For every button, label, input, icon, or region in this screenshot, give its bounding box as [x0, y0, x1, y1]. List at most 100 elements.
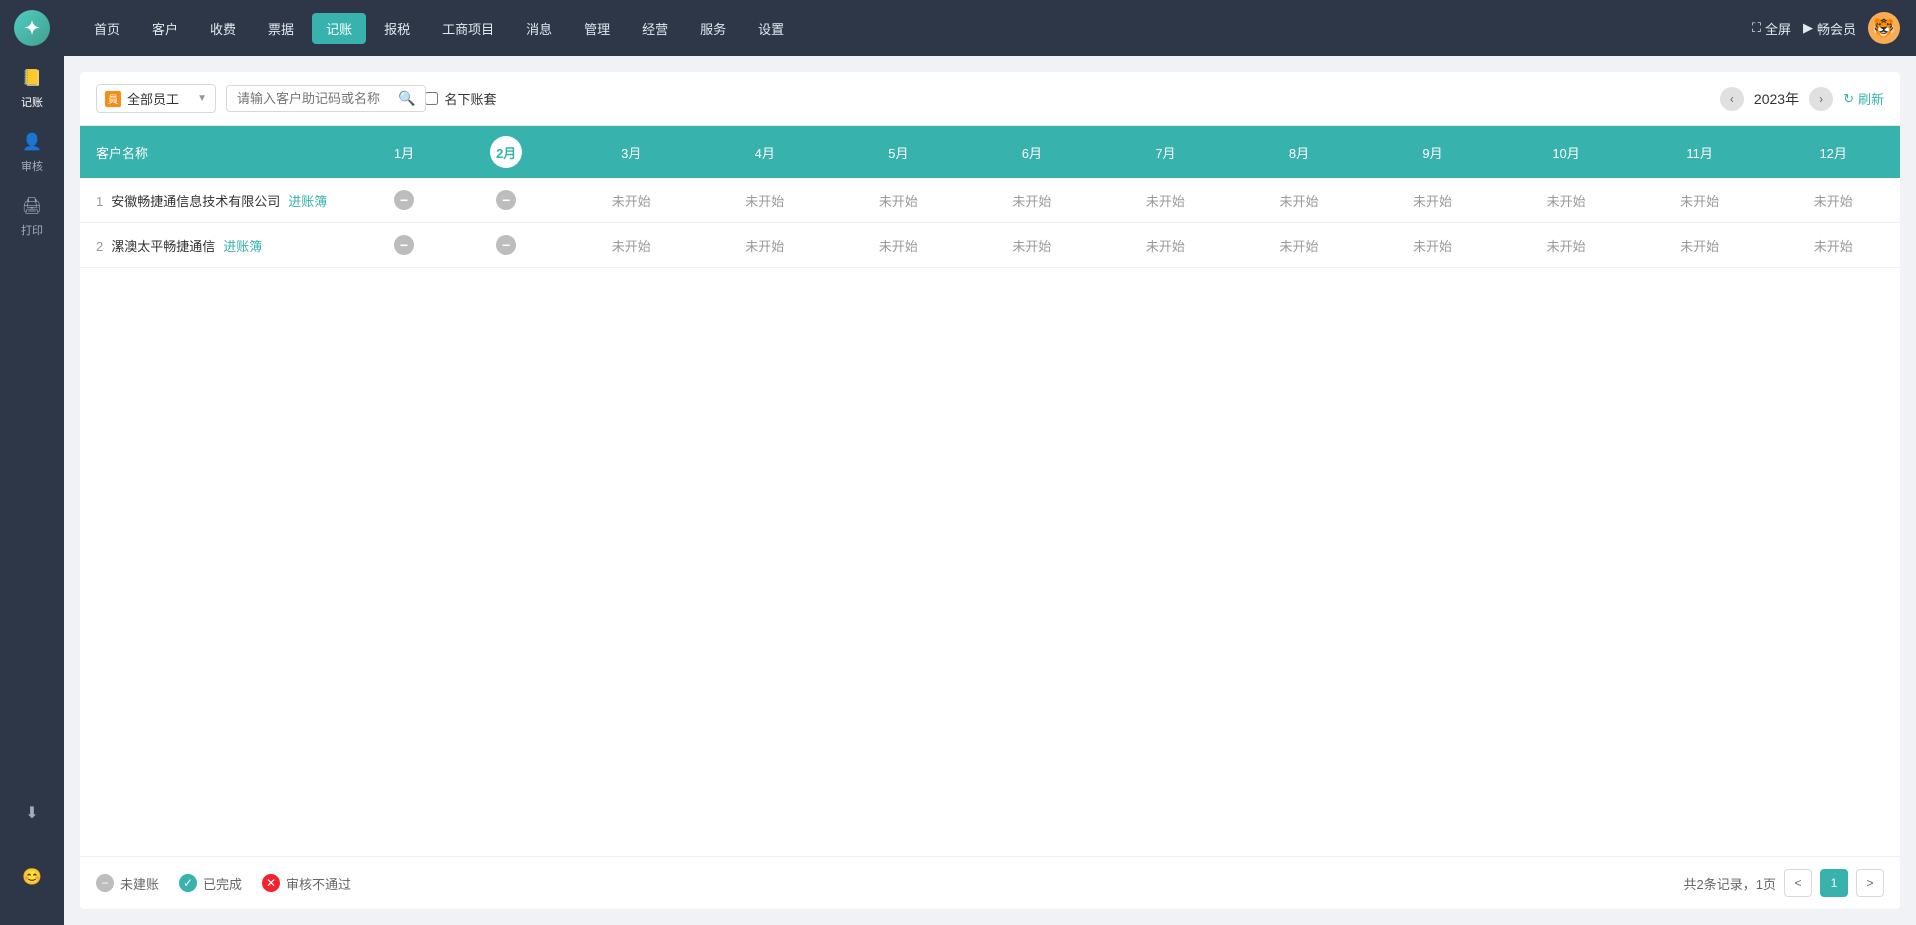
customer-name: 安徽畅捷通信息技术有限公司	[111, 194, 280, 209]
toolbar: 員 全部员工 ▼ 🔍 名下账套 ‹ 2023年 ›	[80, 72, 1900, 126]
checkbox-text: 名下账套	[444, 89, 496, 108]
nav-invoice[interactable]: 票据	[254, 13, 308, 44]
nav-home[interactable]: 首页	[80, 13, 134, 44]
legend-rejected: ✕ 审核不通过	[262, 874, 351, 893]
search-button[interactable]: 🔍	[398, 90, 415, 107]
ledger-table: 客户名称 1月 2月 3月 4月 5月 6月 7月 8月 9月 10月 11月	[80, 126, 1900, 268]
prev-page-btn[interactable]: <	[1784, 869, 1812, 897]
col-m4: 4月	[698, 126, 832, 178]
content-area: 員 全部员工 ▼ 🔍 名下账套 ‹ 2023年 ›	[64, 56, 1916, 925]
not-started-text: 未开始	[1680, 239, 1719, 254]
sidebar-label-print: 打印	[21, 222, 43, 238]
support-icon: 😊	[20, 865, 44, 889]
pagination: 共2条记录，1页 < 1 >	[1684, 869, 1884, 897]
cell-m12: 未开始	[1766, 178, 1900, 223]
not-started-text: 未开始	[1814, 239, 1853, 254]
cell-m9: 未开始	[1366, 223, 1500, 268]
refresh-button[interactable]: ↻ 刷新	[1843, 89, 1884, 108]
not-started-text: 未开始	[1279, 194, 1318, 209]
completed-label: 已完成	[203, 874, 242, 893]
next-page-btn[interactable]: >	[1856, 869, 1884, 897]
sidebar-item-audit[interactable]: 👤 审核	[0, 120, 64, 184]
table-row: 1安徽畅捷通信息技术有限公司进账簿−−未开始未开始未开始未开始未开始未开始未开始…	[80, 178, 1900, 223]
row-num: 1	[96, 194, 103, 209]
sidebar-item-download[interactable]: ⬇	[0, 781, 64, 845]
app-logo: ✦	[14, 10, 50, 46]
next-year-btn[interactable]: ›	[1809, 87, 1833, 111]
col-m1: 1月	[360, 126, 448, 178]
nav-fee[interactable]: 收费	[196, 13, 250, 44]
nav-manage[interactable]: 管理	[570, 13, 624, 44]
not-started-text: 未开始	[1012, 239, 1051, 254]
prev-year-btn[interactable]: ‹	[1720, 87, 1744, 111]
sidebar-bottom: ⬇ 😊	[0, 781, 64, 925]
sidebar-item-ledger[interactable]: 📒 记账	[0, 56, 64, 120]
fullscreen-btn[interactable]: ⛶ 全屏	[1752, 19, 1791, 38]
table-row: 2漯澳太平畅捷通信进账簿−−未开始未开始未开始未开始未开始未开始未开始未开始未开…	[80, 223, 1900, 268]
not-started-text: 未开始	[1146, 194, 1185, 209]
not-built-label: 未建账	[120, 874, 159, 893]
status-dash-icon: −	[394, 235, 414, 255]
cell-m6: 未开始	[965, 223, 1099, 268]
user-avatar[interactable]: 🐯	[1868, 12, 1900, 44]
not-started-text: 未开始	[612, 194, 651, 209]
cell-m3: 未开始	[564, 178, 698, 223]
cell-name: 2 漯澳太平畅捷通信进账簿	[80, 223, 360, 268]
row-num: 2	[96, 239, 103, 254]
status-dash-icon: −	[394, 190, 414, 210]
sidebar-item-print[interactable]: 🖨 打印	[0, 184, 64, 248]
search-input[interactable]	[226, 85, 426, 112]
cell-m5: 未开始	[832, 178, 966, 223]
member-label: 畅会员	[1817, 19, 1856, 38]
footer: − 未建账 ✓ 已完成 ✕ 审核不通过 共2条记录，1页 < 1 >	[80, 856, 1900, 909]
refresh-label: 刷新	[1858, 89, 1884, 108]
employee-select-text: 全部员工	[127, 89, 191, 108]
download-icon: ⬇	[20, 801, 44, 825]
cell-m7: 未开始	[1099, 178, 1233, 223]
not-started-text: 未开始	[1547, 239, 1586, 254]
cell-m4: 未开始	[698, 223, 832, 268]
employee-select[interactable]: 員 全部员工 ▼	[96, 84, 216, 113]
cell-m11: 未开始	[1633, 178, 1767, 223]
col-m8: 8月	[1232, 126, 1366, 178]
not-started-text: 未开始	[1279, 239, 1318, 254]
cell-m1: −	[360, 223, 448, 268]
nav-message[interactable]: 消息	[512, 13, 566, 44]
current-page-btn[interactable]: 1	[1820, 869, 1848, 897]
nav-bizitem[interactable]: 工商项目	[428, 13, 508, 44]
nav-ledger[interactable]: 记账	[312, 13, 366, 44]
cell-m1: −	[360, 178, 448, 223]
cell-m5: 未开始	[832, 223, 966, 268]
sidebar-item-support[interactable]: 😊	[0, 845, 64, 909]
sidebar: ✦ 📒 记账 👤 审核 🖨 打印 ⬇ 😊	[0, 0, 64, 925]
not-started-text: 未开始	[1146, 239, 1185, 254]
year-display: 2023年	[1754, 89, 1799, 109]
nav-service[interactable]: 服务	[686, 13, 740, 44]
play-icon: ▶	[1803, 20, 1813, 36]
enter-link[interactable]: 进账簿	[223, 239, 262, 254]
search-wrapper: 🔍	[226, 85, 415, 112]
enter-link[interactable]: 进账簿	[288, 194, 327, 209]
not-started-text: 未开始	[1413, 194, 1452, 209]
not-started-text: 未开始	[1814, 194, 1853, 209]
checkbox-label[interactable]: 名下账套	[425, 89, 496, 108]
nav-tax[interactable]: 报税	[370, 13, 424, 44]
nav-customer[interactable]: 客户	[138, 13, 192, 44]
nav-operation[interactable]: 经营	[628, 13, 682, 44]
mine-checkbox[interactable]	[425, 92, 438, 105]
total-text: 共2条记录，1页	[1684, 874, 1776, 893]
cell-m9: 未开始	[1366, 178, 1500, 223]
topnav-right: ⛶ 全屏 ▶ 畅会员 🐯	[1752, 12, 1900, 44]
rejected-label: 审核不通过	[286, 874, 351, 893]
not-started-text: 未开始	[1547, 194, 1586, 209]
cell-name: 1 安徽畅捷通信息技术有限公司进账簿	[80, 178, 360, 223]
sidebar-logo: ✦	[0, 0, 64, 56]
customer-name: 漯澳太平畅捷通信	[111, 239, 215, 254]
cell-m12: 未开始	[1766, 223, 1900, 268]
not-started-text: 未开始	[879, 194, 918, 209]
print-icon: 🖨	[20, 194, 44, 218]
member-btn[interactable]: ▶ 畅会员	[1803, 19, 1856, 38]
top-navigation: 首页 客户 收费 票据 记账 报税 工商项目 消息 管理 经营 服务 设置 ⛶ …	[64, 0, 1916, 56]
nav-settings[interactable]: 设置	[744, 13, 798, 44]
not-started-text: 未开始	[745, 194, 784, 209]
